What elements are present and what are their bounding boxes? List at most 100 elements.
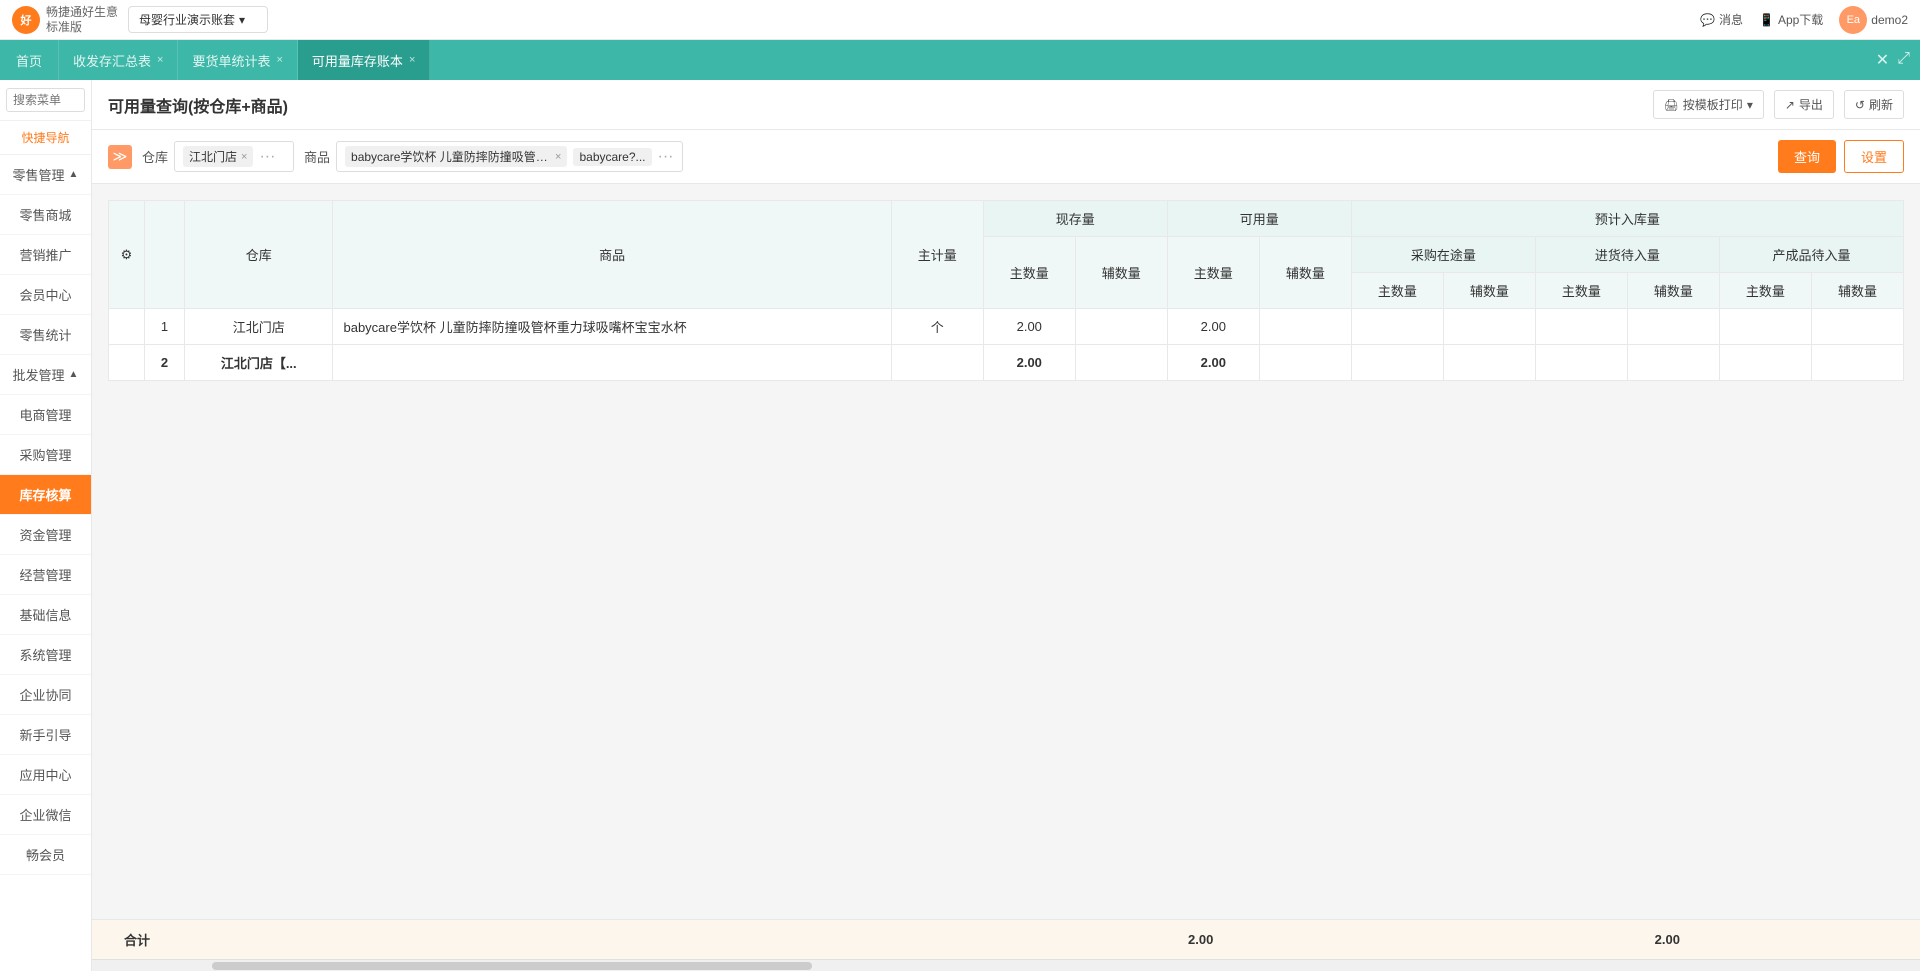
th-stock-group: 现存量 [983,201,1167,237]
table-row: 1 江北门店 babycare学饮杯 儿童防摔防撞吸管杯重力球吸嘴杯宝宝水杯 个… [109,309,1904,345]
sidebar-item-newguide[interactable]: 新手引导 [0,715,91,755]
product-tag-1: babycare学饮杯 儿童防摔防撞吸管杯重力球吸嘴杯宝宝水杯 × [345,146,567,167]
filter-area: ≫ 仓库 江北门店 × ··· 商品 babycare学饮杯 儿童防摔防撞吸管杯… [92,130,1920,184]
export-icon: ↗ [1785,98,1795,112]
sidebar-item-finance[interactable]: 资金管理 [0,515,91,555]
row1-unit: 个 [891,309,983,345]
sidebar-item-operations[interactable]: 经营管理 [0,555,91,595]
product-tag-1-close[interactable]: × [555,151,561,163]
th-production-main: 主数量 [1719,273,1811,309]
warehouse-input[interactable]: 江北门店 × ··· [174,141,294,172]
arrow-icon-2: ▲ [69,369,79,380]
sidebar-item-wholesale[interactable]: 批发管理 ▲ [0,355,91,395]
row2-index: 2 [145,345,185,381]
row2-stock-main: 2.00 [983,345,1075,381]
tab-summary-close[interactable]: × [157,54,163,66]
th-stock-main: 主数量 [983,237,1075,309]
footer-stock-main: 2.00 [1161,932,1241,947]
sidebar-item-purchase[interactable]: 采购管理 [0,435,91,475]
sidebar-item-inventory[interactable]: 库存核算 [0,475,91,515]
filter-toggle-btn[interactable]: ≫ [108,145,132,169]
sidebar-item-system[interactable]: 系统管理 [0,635,91,675]
tab-order-stats-close[interactable]: × [276,54,282,66]
sidebar-item-ecommerce[interactable]: 电商管理 [0,395,91,435]
row2-unit [891,345,983,381]
content-area: 可用量查询(按仓库+商品) 🖨 按模板打印 ▾ ↗ 导出 ↺ 刷新 ≫ [92,80,1920,971]
sidebar-item-retail-stats[interactable]: 零售统计 [0,315,91,355]
row2-incoming-main [1535,345,1627,381]
table-area: ⚙ 仓库 商品 主计量 现存量 可用量 预计入库量 主数量 辅数量 主数量 辅数… [92,184,1920,919]
row1-purchase-main [1351,309,1443,345]
sidebar-item-enterprise[interactable]: 企业协同 [0,675,91,715]
row2-available-main: 2.00 [1167,345,1259,381]
tab-available-stock-close[interactable]: × [409,54,415,66]
row2-production-main [1719,345,1811,381]
product-input[interactable]: babycare学饮杯 儿童防摔防撞吸管杯重力球吸嘴杯宝宝水杯 × babyca… [336,141,682,172]
warehouse-more[interactable]: ··· [259,148,275,166]
th-purchase-sub: 辅数量 [1443,273,1535,309]
store-selector[interactable]: 母婴行业演示账套 ▾ [128,6,268,33]
row2-incoming-sub [1627,345,1719,381]
sidebar-item-basics[interactable]: 基础信息 [0,595,91,635]
th-incoming-sub: 辅数量 [1627,273,1719,309]
th-available-group: 可用量 [1167,201,1351,237]
th-available-main: 主数量 [1167,237,1259,309]
row2-purchase-main [1351,345,1443,381]
warehouse-label: 仓库 [142,147,168,166]
sidebar-item-member[interactable]: 会员中心 [0,275,91,315]
nav-tabs: 首页 收发存汇总表 × 要货单统计表 × 可用量库存账本 × ✕ ⤢ [0,40,1920,80]
row2-product [333,345,891,381]
horizontal-scrollbar[interactable] [92,959,1920,971]
th-product: 商品 [333,201,891,309]
row1-gear[interactable] [109,309,145,345]
arrow-icon: ▲ [69,169,79,180]
footer-stock-sub [1394,932,1474,947]
row1-production-sub [1811,309,1903,345]
data-table: ⚙ 仓库 商品 主计量 现存量 可用量 预计入库量 主数量 辅数量 主数量 辅数… [108,200,1904,381]
sidebar-quicknav[interactable]: 快捷导航 [0,121,91,155]
message-btn[interactable]: 💬 消息 [1700,11,1743,28]
sidebar: 快捷导航 零售管理 ▲ 零售商城 营销推广 会员中心 零售统计 批发管理 ▲ 电… [0,80,92,971]
app-download-btn[interactable]: 📱 App下载 [1759,11,1823,28]
top-bar-right: 💬 消息 📱 App下载 Ea demo2 [1700,6,1908,34]
refresh-btn[interactable]: ↺ 刷新 [1844,90,1904,119]
th-settings[interactable]: ⚙ [109,201,145,309]
sidebar-item-member2[interactable]: 畅会员 [0,835,91,875]
table-row: 2 江北门店【... 2.00 2.00 [109,345,1904,381]
row2-available-sub [1259,345,1351,381]
sidebar-item-marketing[interactable]: 营销推广 [0,235,91,275]
tab-order-stats[interactable]: 要货单统计表 × [178,40,297,80]
th-warehouse: 仓库 [185,201,333,309]
product-filter: 商品 babycare学饮杯 儿童防摔防撞吸管杯重力球吸嘴杯宝宝水杯 × bab… [304,141,682,172]
tab-home[interactable]: 首页 [0,40,59,80]
th-purchase-main: 主数量 [1351,273,1443,309]
row2-gear[interactable] [109,345,145,381]
product-label: 商品 [304,147,330,166]
tab-available-stock[interactable]: 可用量库存账本 × [298,40,430,80]
sidebar-search-area [0,80,91,121]
sidebar-item-retail-mgmt[interactable]: 零售管理 ▲ [0,155,91,195]
product-more[interactable]: ··· [658,148,674,166]
row1-production-main [1719,309,1811,345]
th-forecast-group: 预计入库量 [1351,201,1903,237]
logo-area: 好 畅捷通好生意 标准版 [12,5,118,34]
sidebar-item-retail-store[interactable]: 零售商城 [0,195,91,235]
sidebar-item-appcenter[interactable]: 应用中心 [0,755,91,795]
close-window-icon[interactable]: ✕ [1876,50,1889,70]
logo-text: 畅捷通好生意 标准版 [46,5,118,34]
th-unit: 主计量 [891,201,983,309]
print-template-btn[interactable]: 🖨 按模板打印 ▾ [1653,90,1764,119]
warehouse-tag-close[interactable]: × [241,151,247,163]
setting-btn[interactable]: 设置 [1844,140,1904,173]
print-icon: 🖨 [1664,98,1679,112]
user-avatar[interactable]: Ea demo2 [1839,6,1908,34]
refresh-icon: ↺ [1855,98,1865,112]
query-btn[interactable]: 查询 [1778,140,1836,173]
page-title: 可用量查询(按仓库+商品) [108,93,288,117]
export-btn[interactable]: ↗ 导出 [1774,90,1834,119]
expand-icon[interactable]: ⤢ [1897,50,1910,70]
sidebar-item-wechat[interactable]: 企业微信 [0,795,91,835]
scrollbar-thumb[interactable] [212,962,812,970]
tab-summary[interactable]: 收发存汇总表 × [59,40,178,80]
search-input[interactable] [6,88,85,112]
